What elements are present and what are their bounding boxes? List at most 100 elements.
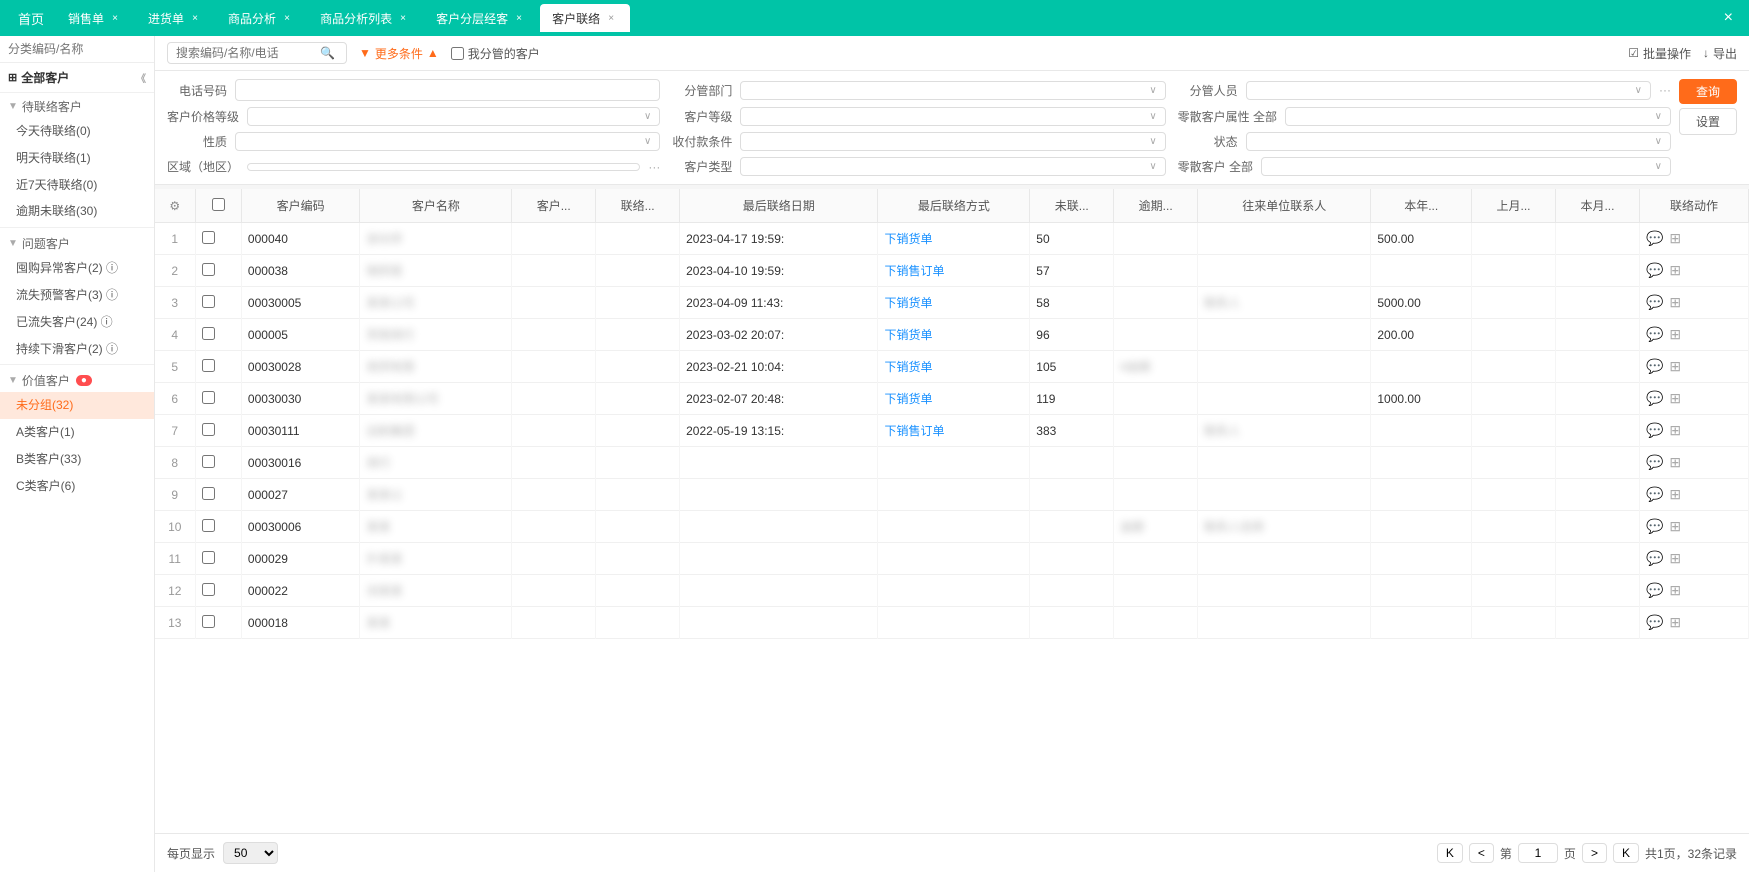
row-checkbox[interactable] [195, 351, 241, 383]
close-tab-customer-segment[interactable]: × [512, 11, 526, 25]
chat-icon[interactable]: 💬 [1646, 326, 1663, 343]
sidebar-item-churned[interactable]: 已流失客户(24) ⓘ [0, 309, 154, 336]
row-checkbox[interactable] [195, 223, 241, 255]
region-select[interactable] [247, 163, 640, 171]
group-label-value[interactable]: ▼ 价值客户 ● [0, 367, 154, 392]
nav-home[interactable]: 首页 [8, 9, 54, 28]
row-last-method[interactable]: 下销货单 [878, 223, 1030, 255]
row-checkbox[interactable] [195, 511, 241, 543]
row-checkbox[interactable] [195, 319, 241, 351]
manager-dots[interactable]: ··· [1659, 83, 1671, 97]
retail-attr-select[interactable]: ∨ [1285, 107, 1671, 126]
group-label-problem[interactable]: ▼ 问题客户 [0, 230, 154, 255]
row-checkbox[interactable] [195, 383, 241, 415]
close-tab-analysis[interactable]: × [280, 11, 294, 25]
first-page-button[interactable]: K [1437, 843, 1463, 863]
sidebar-item-churn-warning[interactable]: 流失预警客户(3) ⓘ [0, 282, 154, 309]
grid-action-icon[interactable]: ⊞ [1669, 454, 1681, 471]
row-checkbox[interactable] [195, 415, 241, 447]
nav-tab-sales[interactable]: 销售单 × [56, 4, 134, 32]
sidebar-item-class-c[interactable]: C类客户(6) [0, 473, 154, 500]
row-last-method[interactable]: 下销售订单 [878, 255, 1030, 287]
col-this-year-header[interactable]: 本年... [1371, 189, 1472, 223]
sidebar-item-ungroup[interactable]: 未分组(32) [0, 392, 154, 419]
col-checkbox-header[interactable] [195, 189, 241, 223]
query-button[interactable]: 查询 [1679, 79, 1737, 104]
status-select[interactable]: ∨ [1246, 132, 1671, 151]
chat-icon[interactable]: 💬 [1646, 518, 1663, 535]
grid-action-icon[interactable]: ⊞ [1669, 390, 1681, 407]
chat-icon[interactable]: 💬 [1646, 454, 1663, 471]
row-checkbox[interactable] [195, 255, 241, 287]
dept-select[interactable]: ∨ [740, 81, 1165, 100]
row-last-method[interactable]: 下销货单 [878, 287, 1030, 319]
col-last-month-header[interactable]: 上月... [1472, 189, 1556, 223]
sidebar-item-tomorrow[interactable]: 明天待联络(1) [0, 145, 154, 172]
phone-input[interactable] [235, 79, 660, 101]
close-tab-purchase[interactable]: × [188, 11, 202, 25]
col-last-date-header[interactable]: 最后联络日期 [680, 189, 878, 223]
main-search-input[interactable] [176, 46, 316, 60]
grid-action-icon[interactable]: ⊞ [1669, 422, 1681, 439]
page-number-input[interactable] [1518, 843, 1558, 863]
close-tab-sales[interactable]: × [108, 11, 122, 25]
sidebar-item-today[interactable]: 今天待联络(0) [0, 118, 154, 145]
chat-icon[interactable]: 💬 [1646, 614, 1663, 631]
my-customers-checkbox[interactable]: 我分管的客户 [451, 45, 540, 62]
grid-action-icon[interactable]: ⊞ [1669, 358, 1681, 375]
col-partner-header[interactable]: 往来单位联系人 [1198, 189, 1371, 223]
region-dots[interactable]: ··· [648, 160, 660, 174]
grid-action-icon[interactable]: ⊞ [1669, 582, 1681, 599]
grid-action-icon[interactable]: ⊞ [1669, 294, 1681, 311]
grid-action-icon[interactable]: ⊞ [1669, 550, 1681, 567]
nav-tab-customer-contact[interactable]: 客户联络 × [540, 4, 630, 32]
all-customers-header[interactable]: ⊞ 全部客户 《 [0, 63, 154, 93]
main-search-icon[interactable]: 🔍 [320, 46, 335, 60]
sidebar-item-declining[interactable]: 持续下滑客户(2) ⓘ [0, 336, 154, 363]
row-last-method[interactable]: 下销货单 [878, 383, 1030, 415]
chat-icon[interactable]: 💬 [1646, 262, 1663, 279]
grid-action-icon[interactable]: ⊞ [1669, 486, 1681, 503]
price-level-select[interactable]: ∨ [247, 107, 660, 126]
last-page-button[interactable]: K [1613, 843, 1639, 863]
manager-select[interactable]: ∨ [1246, 81, 1651, 100]
row-checkbox[interactable] [195, 543, 241, 575]
col-settings[interactable]: ⚙ [155, 189, 195, 223]
row-checkbox[interactable] [195, 479, 241, 511]
customer-level-select[interactable]: ∨ [740, 107, 1165, 126]
reset-button[interactable]: 设置 [1679, 108, 1737, 135]
next-page-button[interactable]: > [1582, 843, 1607, 863]
nav-tab-analysis-list[interactable]: 商品分析列表 × [308, 4, 422, 32]
chat-icon[interactable]: 💬 [1646, 230, 1663, 247]
col-last-method-header[interactable]: 最后联络方式 [878, 189, 1030, 223]
nav-tab-analysis[interactable]: 商品分析 × [216, 4, 306, 32]
window-close-button[interactable]: × [1716, 9, 1741, 27]
group-label-pending[interactable]: ▼ 待联络客户 [0, 93, 154, 118]
sidebar-item-overdue[interactable]: 逾期未联络(30) [0, 198, 154, 225]
chat-icon[interactable]: 💬 [1646, 422, 1663, 439]
close-tab-customer-contact[interactable]: × [604, 11, 618, 25]
sidebar-item-class-b[interactable]: B类客户(33) [0, 446, 154, 473]
chat-icon[interactable]: 💬 [1646, 358, 1663, 375]
col-this-month-header[interactable]: 本月... [1556, 189, 1640, 223]
nature-select[interactable]: ∨ [235, 132, 660, 151]
my-customers-check-input[interactable] [451, 47, 464, 60]
chat-icon[interactable]: 💬 [1646, 550, 1663, 567]
col-type-header[interactable]: 客户... [512, 189, 596, 223]
prev-page-button[interactable]: < [1469, 843, 1494, 863]
chat-icon[interactable]: 💬 [1646, 294, 1663, 311]
batch-operation-button[interactable]: ☑ 批量操作 [1628, 45, 1691, 62]
row-checkbox[interactable] [195, 287, 241, 319]
nav-tab-purchase[interactable]: 进货单 × [136, 4, 214, 32]
grid-action-icon[interactable]: ⊞ [1669, 262, 1681, 279]
export-button[interactable]: ↓ 导出 [1703, 45, 1737, 62]
row-checkbox[interactable] [195, 447, 241, 479]
col-uncontacted-header[interactable]: 未联... [1030, 189, 1114, 223]
more-conditions-button[interactable]: ▼ 更多条件 ▲ [359, 45, 439, 62]
sidebar-item-hoarding[interactable]: 囤购异常客户(2) ⓘ [0, 255, 154, 282]
chat-icon[interactable]: 💬 [1646, 582, 1663, 599]
row-checkbox[interactable] [195, 575, 241, 607]
row-checkbox[interactable] [195, 607, 241, 639]
retail-customer-select[interactable]: ∨ [1261, 157, 1671, 176]
grid-action-icon[interactable]: ⊞ [1669, 326, 1681, 343]
